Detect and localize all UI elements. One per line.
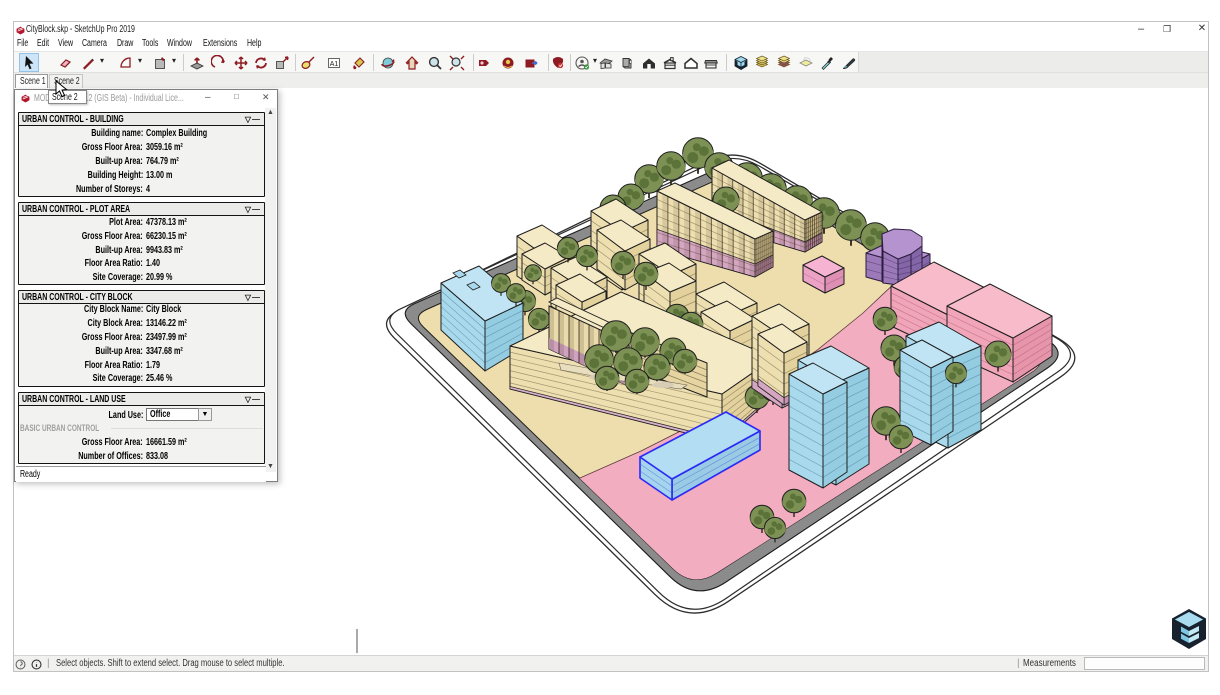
svg-text:A1: A1 xyxy=(330,61,339,68)
